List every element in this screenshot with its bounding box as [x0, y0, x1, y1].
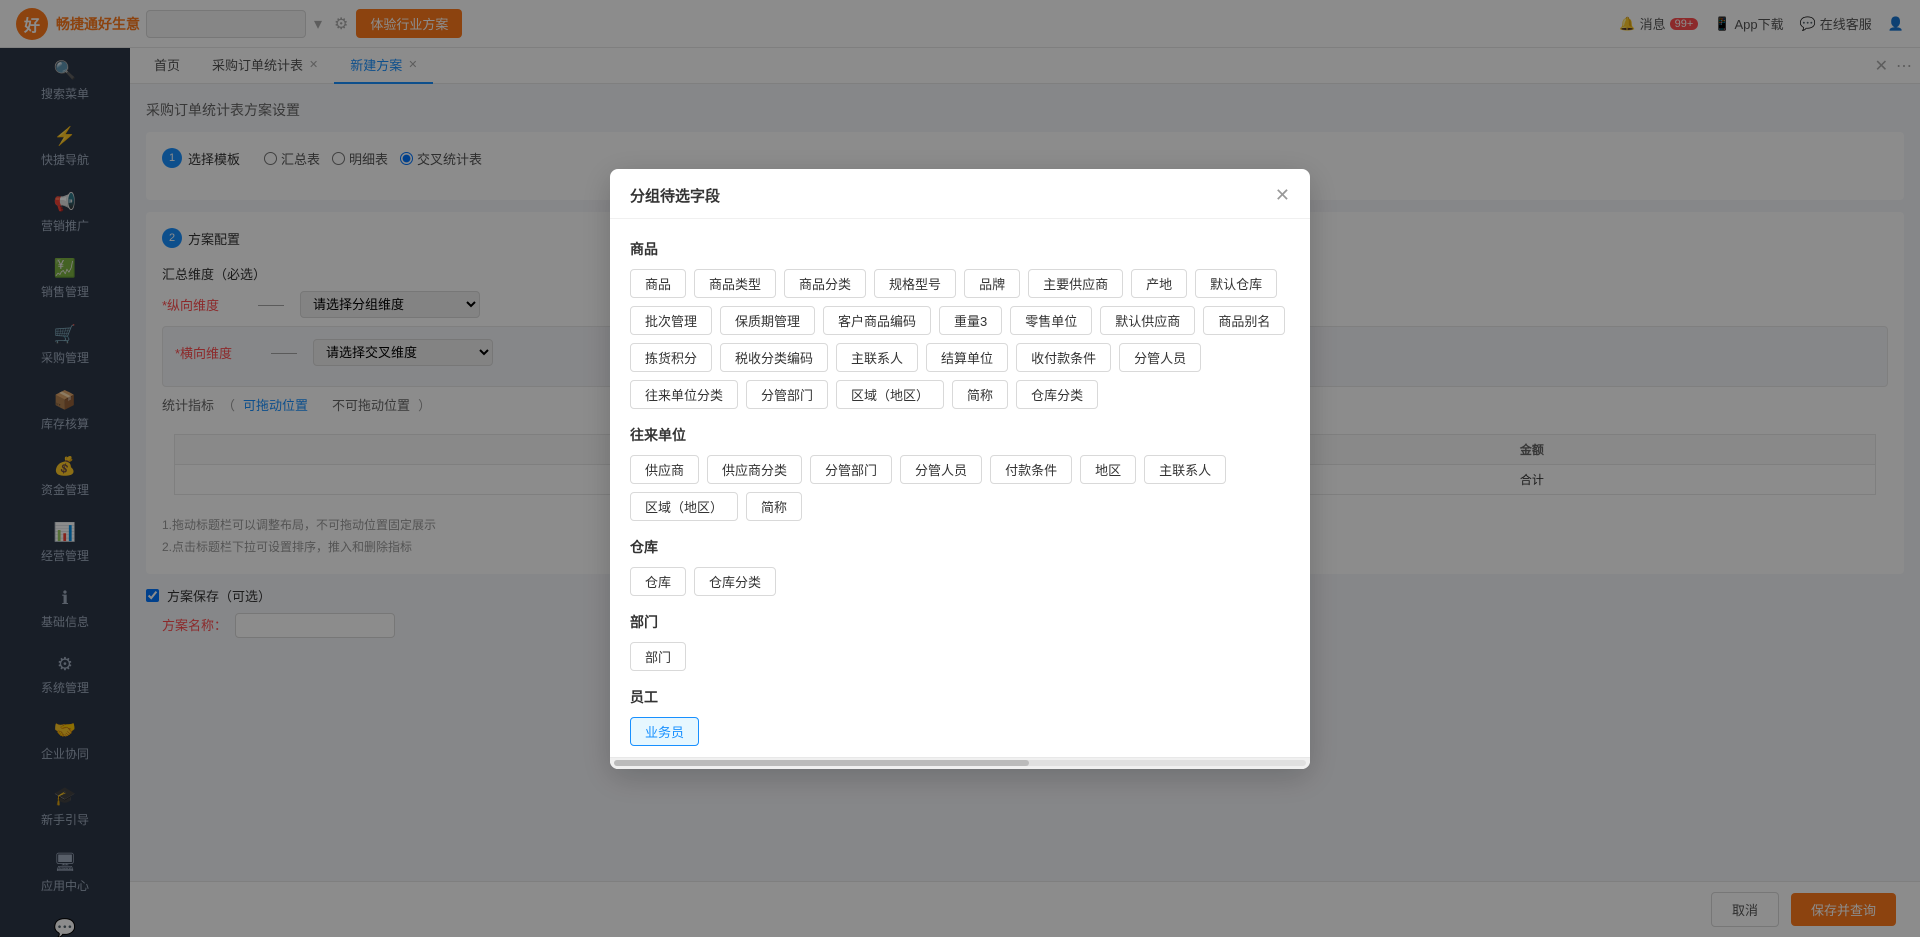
hscroll-thumb [614, 760, 1029, 766]
field-tag-0-18[interactable]: 结算单位 [926, 343, 1008, 372]
field-tag-1-5[interactable]: 地区 [1080, 455, 1136, 484]
field-tag-1-8[interactable]: 简称 [746, 492, 802, 521]
field-tag-0-8[interactable]: 批次管理 [630, 306, 712, 335]
field-tag-2-1[interactable]: 仓库分类 [694, 567, 776, 596]
field-tag-0-9[interactable]: 保质期管理 [720, 306, 815, 335]
field-tag-0-22[interactable]: 分管部门 [746, 380, 828, 409]
field-tag-0-13[interactable]: 默认供应商 [1100, 306, 1195, 335]
field-tag-0-11[interactable]: 重量3 [939, 306, 1002, 335]
field-tag-0-0[interactable]: 商品 [630, 269, 686, 298]
field-tags-group-4: 业务员 [630, 717, 1290, 746]
dialog-body: 商品商品商品类型商品分类规格型号品牌主要供应商产地默认仓库批次管理保质期管理客户… [610, 219, 1310, 757]
hscroll-track [614, 760, 1306, 766]
field-tag-2-0[interactable]: 仓库 [630, 567, 686, 596]
field-tag-1-0[interactable]: 供应商 [630, 455, 699, 484]
field-tags-group-1: 供应商供应商分类分管部门分管人员付款条件地区主联系人区域（地区） 简称 [630, 455, 1290, 521]
field-tags-group-0: 商品商品类型商品分类规格型号品牌主要供应商产地默认仓库批次管理保质期管理客户商品… [630, 269, 1290, 409]
field-tag-0-7[interactable]: 默认仓库 [1195, 269, 1277, 298]
field-tag-3-0[interactable]: 部门 [630, 642, 686, 671]
dialog-title: 分组待选字段 [630, 185, 720, 206]
field-tag-0-19[interactable]: 收付款条件 [1016, 343, 1111, 372]
field-tag-0-14[interactable]: 商品别名 [1203, 306, 1285, 335]
field-group-title-1: 往来单位 [630, 425, 1290, 445]
field-tag-0-20[interactable]: 分管人员 [1119, 343, 1201, 372]
field-tag-0-24[interactable]: 简称 [952, 380, 1008, 409]
dialog-header: 分组待选字段 ✕ [610, 169, 1310, 219]
field-tag-1-6[interactable]: 主联系人 [1144, 455, 1226, 484]
field-tag-0-4[interactable]: 品牌 [964, 269, 1020, 298]
dialog: 分组待选字段 ✕ 商品商品商品类型商品分类规格型号品牌主要供应商产地默认仓库批次… [610, 169, 1310, 769]
field-tag-0-12[interactable]: 零售单位 [1010, 306, 1092, 335]
field-group-title-4: 员工 [630, 687, 1290, 707]
field-tag-0-10[interactable]: 客户商品编码 [823, 306, 931, 335]
field-tag-1-1[interactable]: 供应商分类 [707, 455, 802, 484]
field-tag-0-2[interactable]: 商品分类 [784, 269, 866, 298]
field-group-title-3: 部门 [630, 612, 1290, 632]
field-tag-1-2[interactable]: 分管部门 [810, 455, 892, 484]
field-tag-0-5[interactable]: 主要供应商 [1028, 269, 1123, 298]
field-tag-0-3[interactable]: 规格型号 [874, 269, 956, 298]
field-group-title-2: 仓库 [630, 537, 1290, 557]
field-tag-0-1[interactable]: 商品类型 [694, 269, 776, 298]
field-tag-4-0[interactable]: 业务员 [630, 717, 699, 746]
field-tag-1-4[interactable]: 付款条件 [990, 455, 1072, 484]
field-tags-group-2: 仓库仓库分类 [630, 567, 1290, 596]
field-tags-group-3: 部门 [630, 642, 1290, 671]
dialog-horizontal-scrollbar[interactable] [610, 757, 1310, 769]
field-tag-0-21[interactable]: 往来单位分类 [630, 380, 738, 409]
field-tag-1-3[interactable]: 分管人员 [900, 455, 982, 484]
field-tag-0-17[interactable]: 主联系人 [836, 343, 918, 372]
dialog-close-button[interactable]: ✕ [1275, 185, 1290, 206]
field-tag-0-23[interactable]: 区域（地区） [836, 380, 944, 409]
field-group-title-0: 商品 [630, 239, 1290, 259]
overlay: 分组待选字段 ✕ 商品商品商品类型商品分类规格型号品牌主要供应商产地默认仓库批次… [0, 0, 1920, 937]
field-tag-0-25[interactable]: 仓库分类 [1016, 380, 1098, 409]
field-tag-0-15[interactable]: 拣货积分 [630, 343, 712, 372]
field-tag-1-7[interactable]: 区域（地区） [630, 492, 738, 521]
field-tag-0-6[interactable]: 产地 [1131, 269, 1187, 298]
field-tag-0-16[interactable]: 税收分类编码 [720, 343, 828, 372]
